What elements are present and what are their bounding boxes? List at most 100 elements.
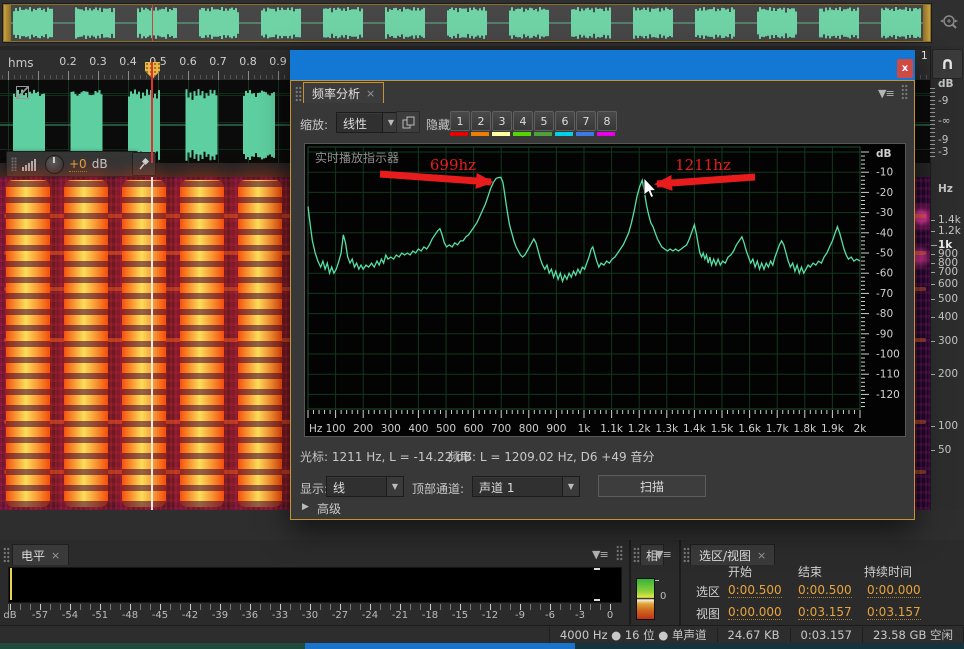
hz-ruler-tick <box>931 231 935 232</box>
playhead-line <box>151 62 153 163</box>
pin-icon <box>139 157 150 170</box>
svg-text:-110: -110 <box>876 369 900 381</box>
hide-channel-button[interactable]: 8 <box>597 111 617 131</box>
gain-value[interactable]: +0 <box>69 157 87 172</box>
scan-button[interactable]: 扫描 <box>598 475 706 497</box>
hide-channel-button[interactable]: 1 <box>450 111 470 131</box>
level-scale-label: -18 <box>421 610 439 621</box>
tab-close-icon[interactable]: × <box>366 87 375 100</box>
hz-ruler-label: 400 <box>938 311 959 323</box>
tab-levels[interactable]: 电平 × <box>12 544 70 565</box>
panel-divider <box>679 540 681 625</box>
overview-right-handle[interactable] <box>923 5 930 41</box>
hide-channel-button[interactable]: 2 <box>471 111 491 131</box>
svg-text:1.9k: 1.9k <box>821 423 845 435</box>
column-header-duration: 持续时间 <box>863 565 912 579</box>
hud-grip[interactable] <box>11 157 17 171</box>
level-meter <box>8 567 622 603</box>
panel-drag-grip[interactable] <box>616 545 623 561</box>
tab-selection-view[interactable]: 选区/视图 × <box>690 544 776 565</box>
selection-start[interactable]: 0:00.500 <box>728 583 782 598</box>
dialog-close-button[interactable]: x <box>897 59 913 78</box>
monitor-headphone-button[interactable]: ∩ <box>932 49 963 79</box>
tab-label: 频率分析 <box>312 86 361 101</box>
level-scale-label: -54 <box>61 610 79 621</box>
display-mode-value: 线 <box>333 481 346 495</box>
hide-channel-button[interactable]: 7 <box>576 111 596 131</box>
panel-divider <box>629 540 631 625</box>
view-end[interactable]: 0:03.157 <box>798 605 852 620</box>
level-scale-label: -33 <box>271 610 289 621</box>
frequency-plot-box[interactable]: Hz 100 200 300 400 500 600 700 800 900 1k 1.1k 1.2k 1… <box>304 143 906 437</box>
panel-menu-icon[interactable]: ▼≡ <box>592 548 609 561</box>
hz-ruler-tick <box>931 263 935 264</box>
hidden-panel-fragment: 1 <box>921 50 928 62</box>
hz-ruler-tick <box>931 284 935 285</box>
volume-knob[interactable] <box>45 154 64 174</box>
display-mode-select[interactable]: 线 ▼ <box>326 476 404 497</box>
panel-grip[interactable] <box>295 86 302 102</box>
svg-text:1.5k: 1.5k <box>711 423 735 435</box>
svg-text:-120: -120 <box>876 389 900 401</box>
level-meter-indicator <box>10 568 12 600</box>
level-scale-label: -12 <box>481 610 499 621</box>
level-scale-label: -21 <box>391 610 409 621</box>
svg-text:-80: -80 <box>876 308 893 320</box>
hide-channel-button[interactable]: 6 <box>555 111 575 131</box>
tab-close-icon[interactable]: × <box>757 549 766 562</box>
svg-text:100: 100 <box>326 423 346 435</box>
meter-zero-mark <box>594 599 600 601</box>
overview-left-handle[interactable] <box>4 5 11 41</box>
volume-hud[interactable]: +0 dB <box>6 151 138 177</box>
tab-close-icon[interactable]: × <box>51 549 60 562</box>
selection-duration[interactable]: 0:00.000 <box>867 583 921 598</box>
svg-text:Hz: Hz <box>309 423 323 435</box>
panel-grip[interactable] <box>3 547 10 563</box>
svg-text:300: 300 <box>381 423 401 435</box>
mouse-cursor-icon <box>643 176 657 199</box>
hide-channel-button[interactable]: 4 <box>513 111 533 131</box>
tab-frequency-analysis[interactable]: 频率分析 × <box>303 82 385 103</box>
selection-end[interactable]: 0:00.500 <box>798 583 852 598</box>
level-scale-label: -39 <box>211 610 229 621</box>
timeline-tick-label: 0.9 <box>269 55 287 68</box>
zoom-mode-select[interactable]: 线性 ▼ <box>336 112 400 133</box>
tab-label: 选区/视图 <box>699 548 752 563</box>
top-channel-value: 声道 1 <box>479 481 515 495</box>
envelope-handle-icon[interactable] <box>16 86 29 99</box>
channel-color-swatch <box>492 132 510 136</box>
taskbar-segment <box>575 643 964 649</box>
panel-grip[interactable] <box>683 547 690 563</box>
copy-frequencies-button[interactable] <box>396 111 420 133</box>
svg-text:1.7k: 1.7k <box>766 423 790 435</box>
view-start[interactable]: 0:00.000 <box>728 605 782 620</box>
zoom-navigate-icon[interactable] <box>938 10 962 36</box>
advanced-expander-icon[interactable]: ▶ <box>302 502 309 512</box>
panel-menu-icon[interactable]: ▼≡ <box>878 87 895 100</box>
status-bar: 4000 Hz ● 16 位 ● 单声道 24.67 KB 0:03.157 2… <box>0 625 964 644</box>
timeline-unit: hms <box>8 56 34 70</box>
file-size-status: 24.67 KB <box>716 628 790 642</box>
panel-drag-grip[interactable] <box>901 84 908 100</box>
db-ruler-label: -9 <box>938 134 949 146</box>
overview-range-selector[interactable] <box>3 4 931 42</box>
hide-channel-button[interactable]: 5 <box>534 111 554 131</box>
channel-color-swatch <box>450 132 468 136</box>
headphone-icon: ∩ <box>940 54 955 74</box>
hz-ruler-tick <box>931 220 935 221</box>
panel-menu-icon[interactable]: ▼≡ <box>655 548 672 561</box>
hide-channel-button[interactable]: 3 <box>492 111 512 131</box>
timeline-tick-label: 0.2 <box>59 55 77 68</box>
advanced-label[interactable]: 高级 <box>317 500 341 517</box>
view-duration[interactable]: 0:03.157 <box>867 605 921 620</box>
top-channel-select[interactable]: 声道 1 ▼ <box>472 476 580 497</box>
hz-ruler-tick <box>931 341 935 342</box>
svg-text:500: 500 <box>436 423 456 435</box>
timeline-tick-label: 0.7 <box>209 55 227 68</box>
level-scale-label: -42 <box>181 610 199 621</box>
hz-ruler-label: 50 <box>938 444 952 456</box>
panel-grip[interactable] <box>633 547 640 563</box>
channel-color-swatch <box>534 132 552 136</box>
svg-text:700: 700 <box>491 423 511 435</box>
dialog-titlebar[interactable] <box>290 50 915 80</box>
